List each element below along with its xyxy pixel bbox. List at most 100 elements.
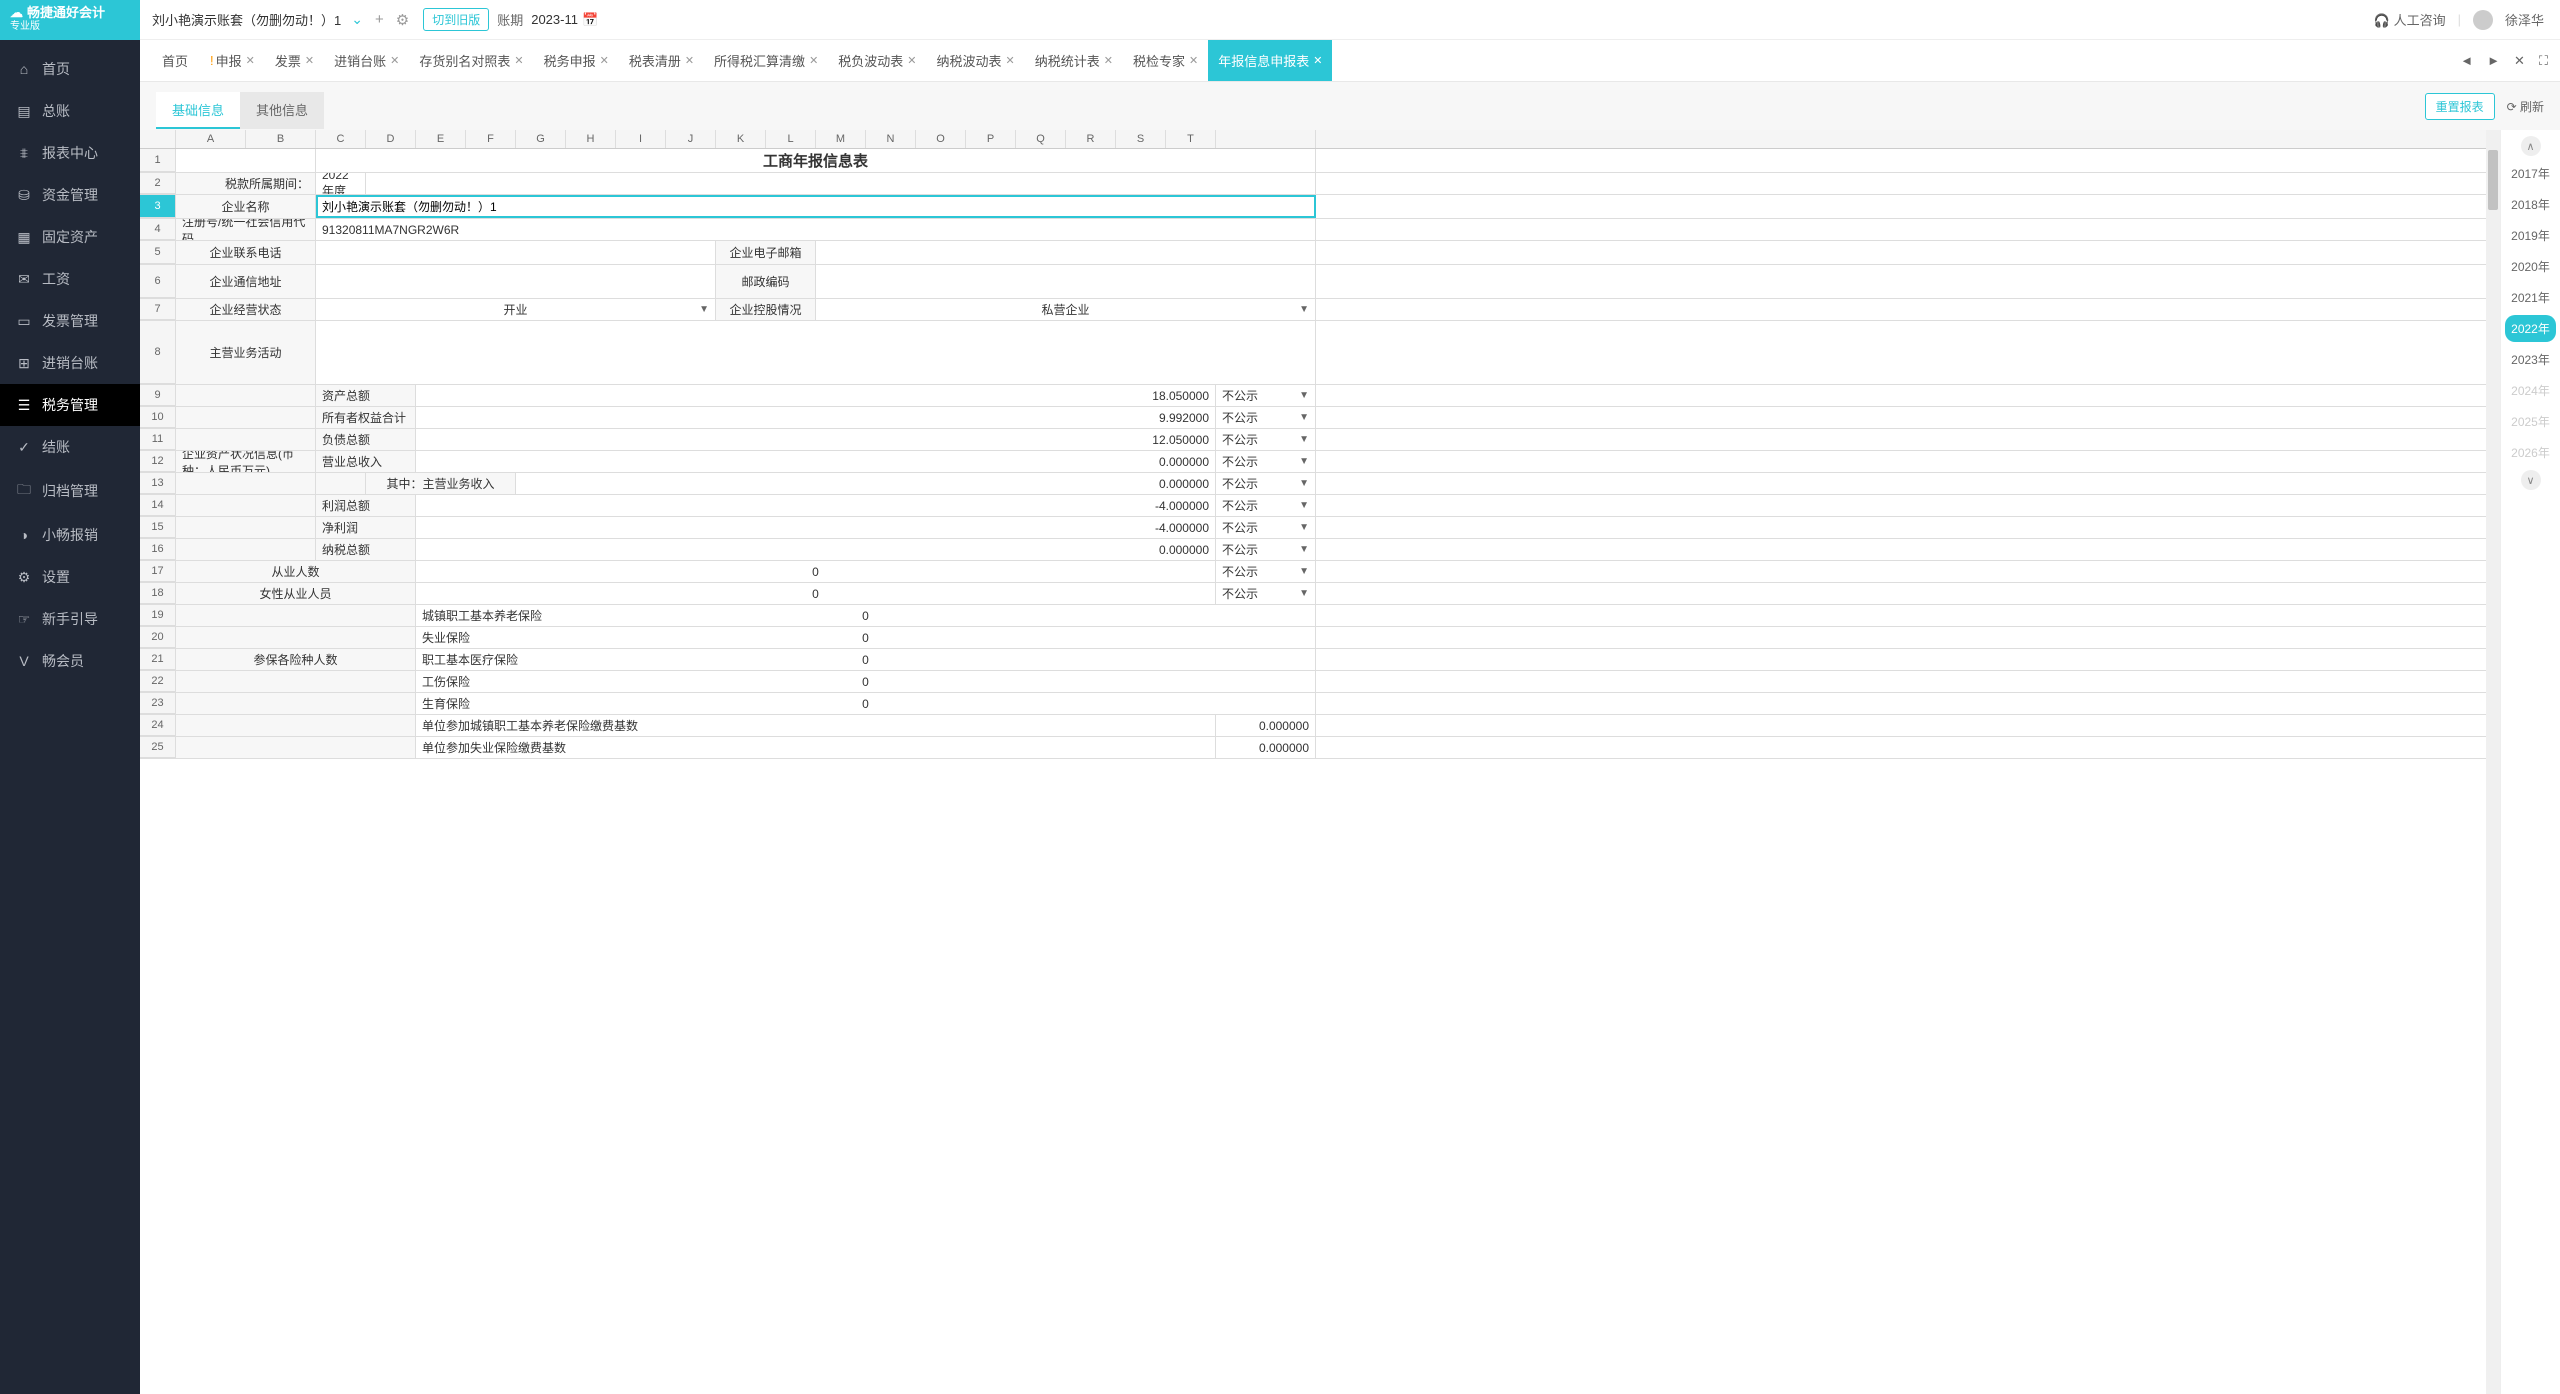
close-icon[interactable]: ✕ [1104,54,1113,67]
tab-纳税统计表[interactable]: 纳税统计表✕ [1025,40,1123,81]
sidebar-item-固定资产[interactable]: ▦固定资产 [0,216,140,258]
fin-value[interactable]: 9.992000 [416,407,1216,428]
year-scrollbar[interactable] [2486,130,2500,1394]
col-header-corner[interactable] [140,130,176,148]
sidebar-item-进销台账[interactable]: ⊞进销台账 [0,342,140,384]
sidebar-item-资金管理[interactable]: ⛁资金管理 [0,174,140,216]
sidebar-item-新手引导[interactable]: ☞新手引导 [0,598,140,640]
sidebar-item-设置[interactable]: ⚙设置 [0,556,140,598]
switch-version-button[interactable]: 切到旧版 [423,8,489,31]
calendar-icon[interactable]: 📅 [582,12,598,28]
uscc-value[interactable]: 91320811MA7NGR2W6R [316,219,1316,240]
row-number[interactable]: 24 [140,715,176,736]
tab-纳税波动表[interactable]: 纳税波动表✕ [927,40,1025,81]
row-number[interactable]: 23 [140,693,176,714]
account-selector[interactable]: 刘小艳演示账套（勿删勿动！）1 ⌄ [140,10,375,29]
tab-存货别名对照表[interactable]: 存货别名对照表✕ [409,40,533,81]
col-header-D[interactable]: D [366,130,416,148]
tab-next-icon[interactable]: ► [2487,53,2500,68]
ins-row[interactable]: 失业保险0 [416,627,1316,648]
publicity-select[interactable]: 不公示▼ [1216,539,1316,560]
row-number[interactable]: 22 [140,671,176,692]
publicity-select[interactable]: 不公示▼ [1216,561,1316,582]
fin-value[interactable]: 0.000000 [516,473,1216,494]
period-value[interactable]: 2023-11 [531,12,578,27]
sub-tab-基础信息[interactable]: 基础信息 [156,92,240,129]
close-icon[interactable]: ✕ [390,54,399,67]
close-icon[interactable]: ✕ [685,54,694,67]
sub-tab-其他信息[interactable]: 其他信息 [240,92,324,129]
tab-申报[interactable]: !申报✕ [200,40,265,81]
close-icon[interactable]: ✕ [514,54,523,67]
publicity-select[interactable]: 不公示▼ [1216,517,1316,538]
tab-税检专家[interactable]: 税检专家✕ [1123,40,1208,81]
year-up-icon[interactable]: ∧ [2521,136,2541,156]
close-icon[interactable]: ✕ [246,54,255,67]
row-number[interactable]: 7 [140,299,176,320]
user-name[interactable]: 徐泽华 [2505,10,2544,29]
year-2017年[interactable]: 2017年 [2505,160,2556,187]
holding-select[interactable]: 私营企业▼ [816,299,1316,320]
row-number[interactable]: 20 [140,627,176,648]
row-number[interactable]: 9 [140,385,176,406]
col-header-P[interactable]: P [966,130,1016,148]
sidebar-item-畅会员[interactable]: V畅会员 [0,640,140,682]
row-number[interactable]: 16 [140,539,176,560]
col-header-F[interactable]: F [466,130,516,148]
close-icon[interactable]: ✕ [1189,54,1198,67]
ins-row[interactable]: 职工基本医疗保险0 [416,649,1316,670]
col-header-K[interactable]: K [716,130,766,148]
account-settings-icon[interactable]: ⚙ [396,11,409,29]
publicity-select[interactable]: 不公示▼ [1216,583,1316,604]
year-2022年[interactable]: 2022年 [2505,315,2556,342]
sidebar-item-归档管理[interactable]: 🗀归档管理 [0,468,140,514]
address-input[interactable] [316,265,716,298]
col-header-J[interactable]: J [666,130,716,148]
col-header-G[interactable]: G [516,130,566,148]
col-header-S[interactable]: S [1116,130,1166,148]
fin-value[interactable]: 0.000000 [416,451,1216,472]
publicity-select[interactable]: 不公示▼ [1216,451,1316,472]
year-2023年[interactable]: 2023年 [2505,346,2556,373]
add-account-icon[interactable]: + [375,11,384,28]
avatar[interactable] [2473,10,2493,30]
col-header-L[interactable]: L [766,130,816,148]
sidebar-item-首页[interactable]: ⌂首页 [0,48,140,90]
tab-税负波动表[interactable]: 税负波动表✕ [828,40,926,81]
row-number[interactable]: 1 [140,149,176,172]
col-header-I[interactable]: I [616,130,666,148]
col-header-O[interactable]: O [916,130,966,148]
publicity-select[interactable]: 不公示▼ [1216,429,1316,450]
row-number[interactable]: 10 [140,407,176,428]
col-header-Q[interactable]: Q [1016,130,1066,148]
postcode-input[interactable] [816,265,1316,298]
fullscreen-icon[interactable]: ⛶ [2539,53,2548,69]
row-number[interactable]: 17 [140,561,176,582]
sidebar-item-结账[interactable]: ✓结账 [0,426,140,468]
tab-close-all-icon[interactable]: ✕ [2514,53,2525,69]
female-employees-value[interactable]: 0 [416,583,1216,604]
row-number[interactable]: 8 [140,321,176,384]
fin-value[interactable]: 0.000000 [416,539,1216,560]
year-down-icon[interactable]: ∨ [2521,470,2541,490]
col-header-corner[interactable] [1216,130,1316,148]
base-value[interactable]: 0.000000 [1216,715,1316,736]
close-icon[interactable]: ✕ [305,54,314,67]
ins-row[interactable]: 生育保险0 [416,693,1316,714]
employees-value[interactable]: 0 [416,561,1216,582]
row-number[interactable]: 21 [140,649,176,670]
row-number[interactable]: 2 [140,173,176,194]
close-icon[interactable]: ✕ [907,54,916,67]
sidebar-item-工资[interactable]: ✉工资 [0,258,140,300]
fin-value[interactable]: 12.050000 [416,429,1216,450]
refresh-button[interactable]: ⟳ 刷新 [2507,98,2544,115]
row-number[interactable]: 15 [140,517,176,538]
sidebar-item-总账[interactable]: ▤总账 [0,90,140,132]
status-select[interactable]: 开业▼ [316,299,716,320]
row-number[interactable]: 14 [140,495,176,516]
col-header-N[interactable]: N [866,130,916,148]
ins-row[interactable]: 工伤保险0 [416,671,1316,692]
col-header-E[interactable]: E [416,130,466,148]
enterprise-name-input[interactable] [316,195,1316,218]
close-icon[interactable]: ✕ [1006,54,1015,67]
